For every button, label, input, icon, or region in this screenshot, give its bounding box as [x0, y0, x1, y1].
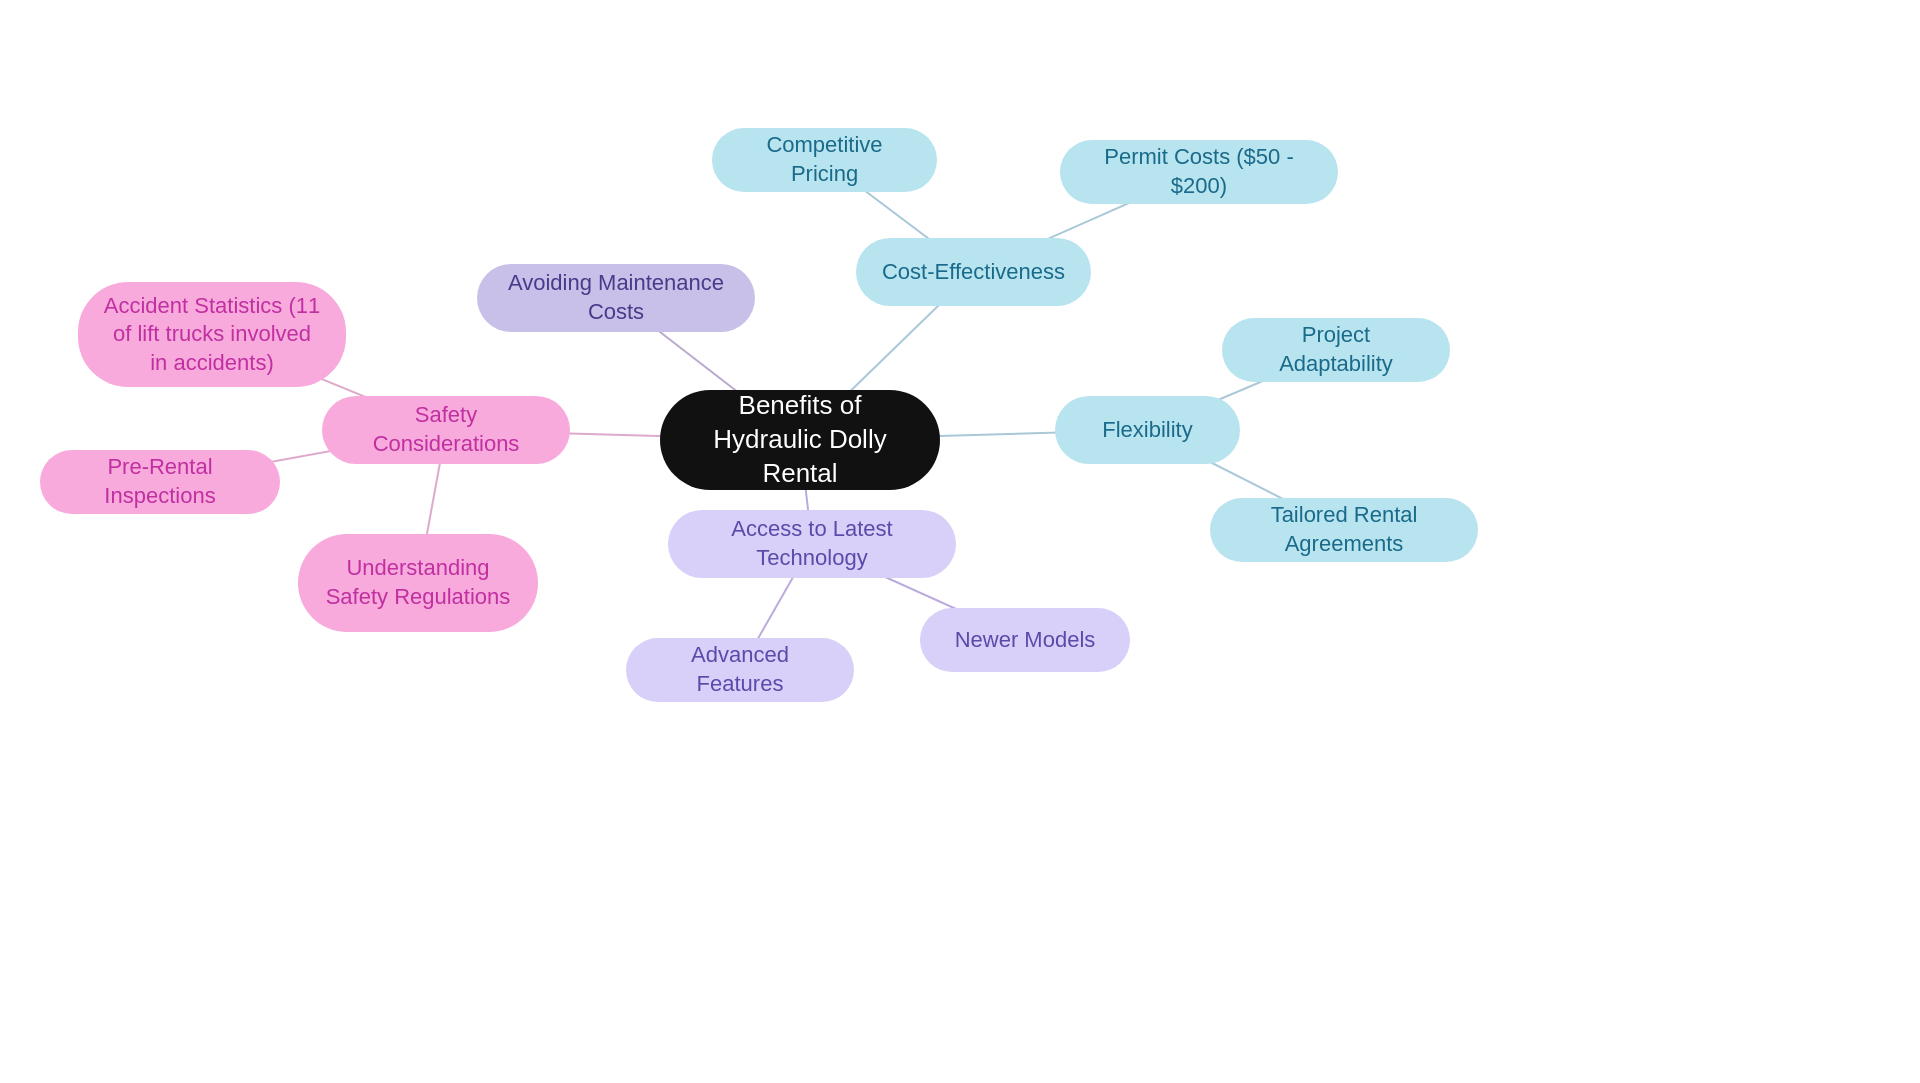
permit-costs-node: Permit Costs ($50 - $200): [1060, 140, 1338, 204]
flexibility-node: Flexibility: [1055, 396, 1240, 464]
safety-considerations-node: Safety Considerations: [322, 396, 570, 464]
project-adaptability-node: Project Adaptability: [1222, 318, 1450, 382]
understanding-safety-node: Understanding Safety Regulations: [298, 534, 538, 632]
tailored-rental-node: Tailored Rental Agreements: [1210, 498, 1478, 562]
competitive-pricing-node: Competitive Pricing: [712, 128, 937, 192]
pre-rental-inspections-node: Pre-Rental Inspections: [40, 450, 280, 514]
avoiding-maintenance-node: Avoiding Maintenance Costs: [477, 264, 755, 332]
accident-statistics-node: Accident Statistics (11 of lift trucks i…: [78, 282, 346, 387]
newer-models-node: Newer Models: [920, 608, 1130, 672]
center-node: Benefits of Hydraulic Dolly Rental: [660, 390, 940, 490]
advanced-features-node: Advanced Features: [626, 638, 854, 702]
access-latest-tech-node: Access to Latest Technology: [668, 510, 956, 578]
cost-effectiveness-node: Cost-Effectiveness: [856, 238, 1091, 306]
